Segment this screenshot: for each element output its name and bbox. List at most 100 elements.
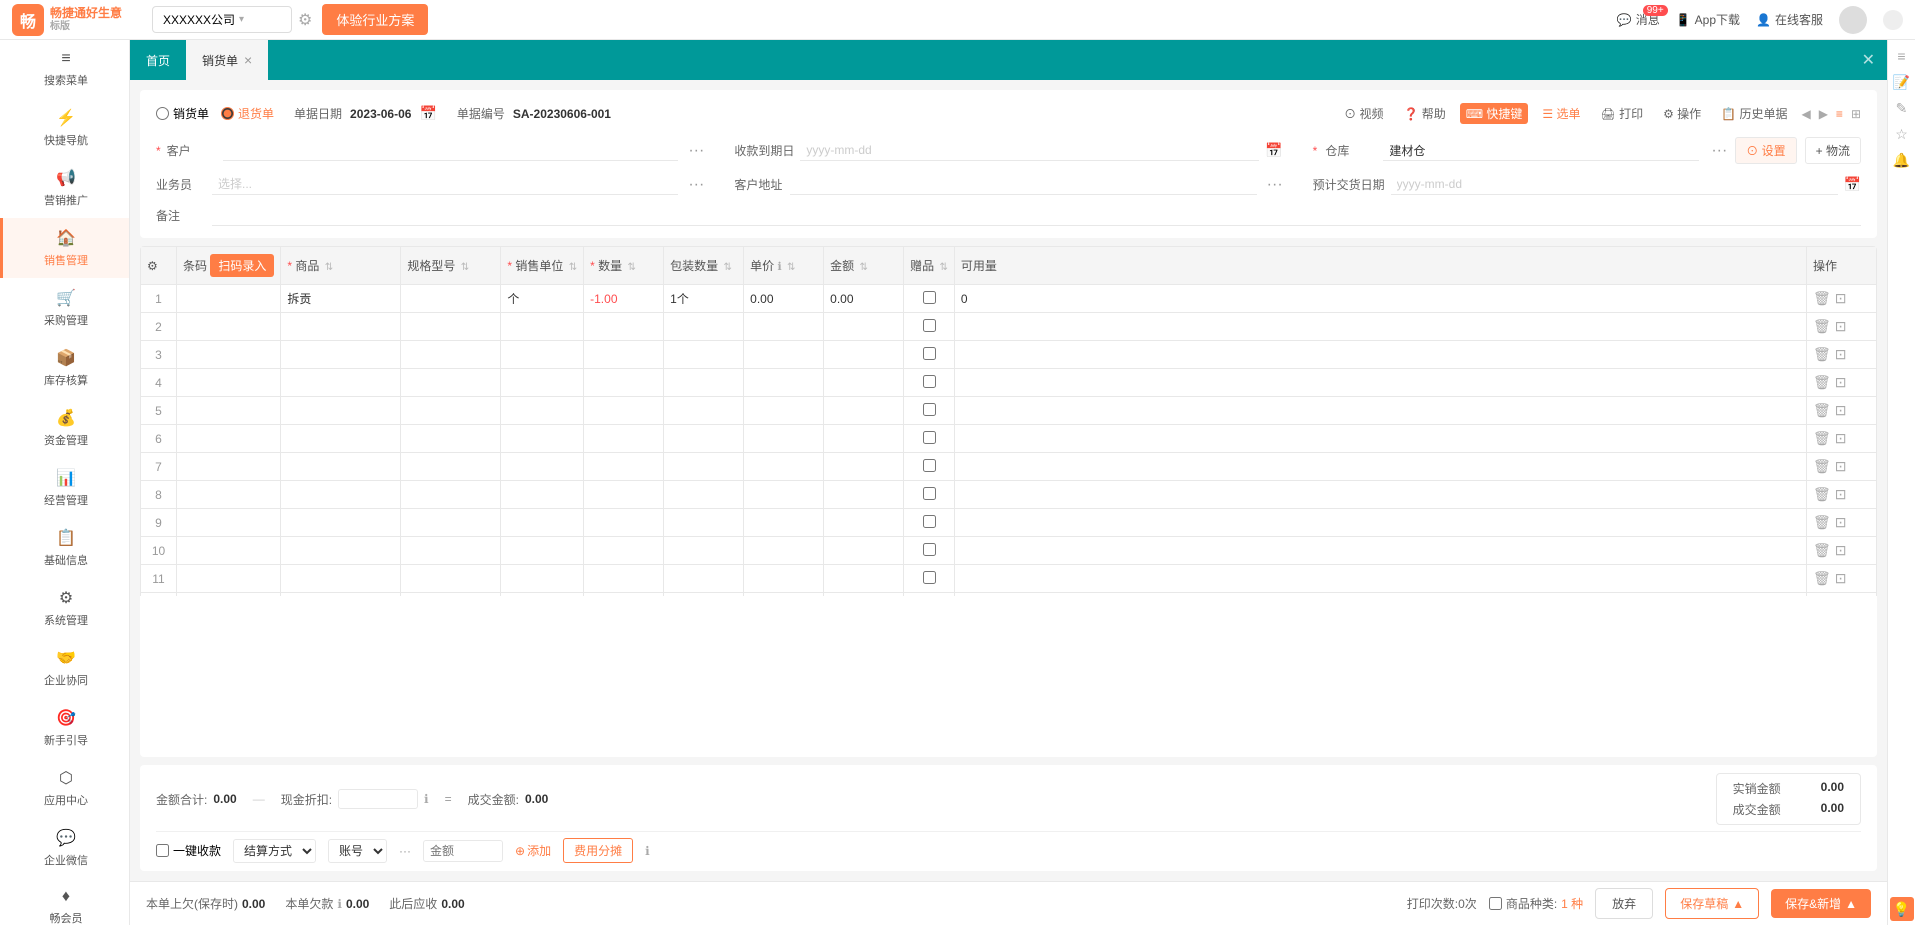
copy-row-icon[interactable]: ⊡ [1835,570,1847,587]
row-gift[interactable] [904,425,955,453]
customer-dots[interactable]: ··· [688,142,704,160]
delivery-date-calendar-icon[interactable]: 📅 [1844,176,1861,193]
delete-row-icon[interactable]: 🗑 [1813,374,1831,391]
right-panel-btn-4[interactable]: ☆ [1890,122,1914,146]
app-download-button[interactable]: 📱 App下载 [1676,11,1740,28]
sidebar-item-member[interactable]: ♦ 畅会员 [0,878,129,925]
row-product[interactable] [281,509,401,537]
row-product[interactable] [281,341,401,369]
expense-split-button[interactable]: 费用分摊 [563,838,633,863]
right-panel-btn-1[interactable]: ≡ [1890,44,1914,68]
sidebar-item-search[interactable]: ≡ 搜索菜单 [0,40,129,98]
row-product[interactable] [281,453,401,481]
sidebar-item-marketing[interactable]: 📢 营销推广 [0,158,129,218]
scan-button[interactable]: 扫码录入 [210,254,274,277]
row-product[interactable] [281,481,401,509]
row-product[interactable] [281,369,401,397]
close-window-icon[interactable]: ✕ [1862,52,1875,69]
row-gift[interactable] [904,537,955,565]
right-panel-btn-2[interactable]: 📝 [1890,70,1914,94]
save-draft-button[interactable]: 保存草稿 ▲ [1665,888,1759,919]
message-button[interactable]: 💬 消息 99+ [1617,11,1660,28]
history-btn[interactable]: 📋 历史单据 [1715,102,1793,125]
sidebar-item-sales[interactable]: 🏠 销售管理 [0,218,129,278]
radio-sales-order[interactable]: 销货单 [156,105,209,122]
table-settings-icon[interactable]: ⚙ [147,259,158,273]
copy-row-icon[interactable]: ⊡ [1835,514,1847,531]
tab-sales-order[interactable]: 销货单 × [186,40,268,80]
due-date-calendar-icon[interactable]: 📅 [1265,142,1282,159]
sidebar-item-quick-nav[interactable]: ⚡ 快捷导航 [0,98,129,158]
row-product[interactable] [281,537,401,565]
product-type-item[interactable]: 商品种类: 1 种 [1489,895,1583,912]
warehouse-dots[interactable]: ··· [1711,142,1727,160]
row-product[interactable] [281,565,401,593]
copy-row-icon[interactable]: ⊡ [1835,290,1847,307]
copy-row-icon[interactable]: ⊡ [1835,458,1847,475]
delete-row-icon[interactable]: 🗑 [1813,346,1831,363]
one-click-pay-checkbox[interactable]: 一键收款 [156,842,221,859]
tab-close-icon[interactable]: × [244,52,252,68]
video-btn[interactable]: ⊙ 视频 [1338,102,1389,125]
delete-row-icon[interactable]: 🗑 [1813,458,1831,475]
delete-row-icon[interactable]: 🗑 [1813,570,1831,587]
sidebar-item-finance[interactable]: 💰 资金管理 [0,398,129,458]
salesperson-dots[interactable]: ··· [688,176,704,194]
row-gift[interactable] [904,285,955,313]
product-type-checkbox[interactable] [1489,897,1502,910]
delete-row-icon[interactable]: 🗑 [1813,542,1831,559]
copy-row-icon[interactable]: ⊡ [1835,318,1847,335]
payment-amount-input[interactable] [423,840,503,862]
sidebar-item-system[interactable]: ⚙ 系统管理 [0,578,129,638]
sidebar-item-guide[interactable]: 🎯 新手引导 [0,698,129,758]
avatar-2[interactable] [1883,10,1903,30]
print-btn[interactable]: 🖨 打印 [1595,102,1650,125]
sidebar-item-purchase[interactable]: 🛒 采购管理 [0,278,129,338]
row-product[interactable] [281,425,401,453]
save-new-button[interactable]: 保存&新增 ▲ [1771,889,1871,918]
bank-account-select[interactable]: 账号 [328,839,387,863]
abandon-button[interactable]: 放弃 [1595,888,1653,919]
delete-row-icon[interactable]: 🗑 [1813,318,1831,335]
sidebar-item-basic-info[interactable]: 📋 基础信息 [0,518,129,578]
shipping-button[interactable]: + 物流 [1805,137,1861,164]
warehouse-input[interactable] [1383,140,1699,161]
due-date-input[interactable] [800,140,1259,161]
notes-input[interactable] [212,205,1861,226]
copy-row-icon[interactable]: ⊡ [1835,430,1847,447]
row-product[interactable] [281,593,401,597]
salesperson-input[interactable] [212,174,678,195]
radio-return-order[interactable]: 退货单 [221,105,274,122]
sidebar-item-app-center[interactable]: ⬡ 应用中心 [0,758,129,818]
operation-btn[interactable]: ⚙ 操作 [1657,102,1707,125]
row-gift[interactable] [904,313,955,341]
trial-button[interactable]: 体验行业方案 [322,4,428,35]
online-service-button[interactable]: 👤 在线客服 [1756,11,1823,28]
row-gift[interactable] [904,509,955,537]
customer-input[interactable] [223,140,679,161]
row-gift[interactable] [904,593,955,597]
address-input[interactable] [790,174,1256,195]
row-gift[interactable] [904,481,955,509]
help-btn[interactable]: ❓ 帮助 [1397,102,1451,125]
row-product[interactable] [281,313,401,341]
calendar-icon[interactable]: 📅 [419,105,436,122]
row-gift[interactable] [904,565,955,593]
sidebar-item-management[interactable]: 📊 经营管理 [0,458,129,518]
settings-button[interactable]: ⊙ 设置 [1735,137,1796,164]
delete-row-icon[interactable]: 🗑 [1813,290,1831,307]
row-gift[interactable] [904,341,955,369]
delete-row-icon[interactable]: 🗑 [1813,430,1831,447]
row-gift[interactable] [904,453,955,481]
delete-row-icon[interactable]: 🗑 [1813,402,1831,419]
settlement-method-select[interactable]: 结算方式 [233,839,316,863]
add-payment-button[interactable]: ⊕ 添加 [515,842,551,859]
row-gift[interactable] [904,397,955,425]
cash-discount-input[interactable] [338,789,418,809]
delete-row-icon[interactable]: 🗑 [1813,486,1831,503]
next-icon[interactable]: ▶ [1819,107,1828,121]
right-panel-btn-6[interactable]: 💡 [1890,897,1914,921]
copy-row-icon[interactable]: ⊡ [1835,374,1847,391]
delivery-date-input[interactable] [1391,174,1838,195]
right-panel-btn-5[interactable]: 🔔 [1890,148,1914,172]
